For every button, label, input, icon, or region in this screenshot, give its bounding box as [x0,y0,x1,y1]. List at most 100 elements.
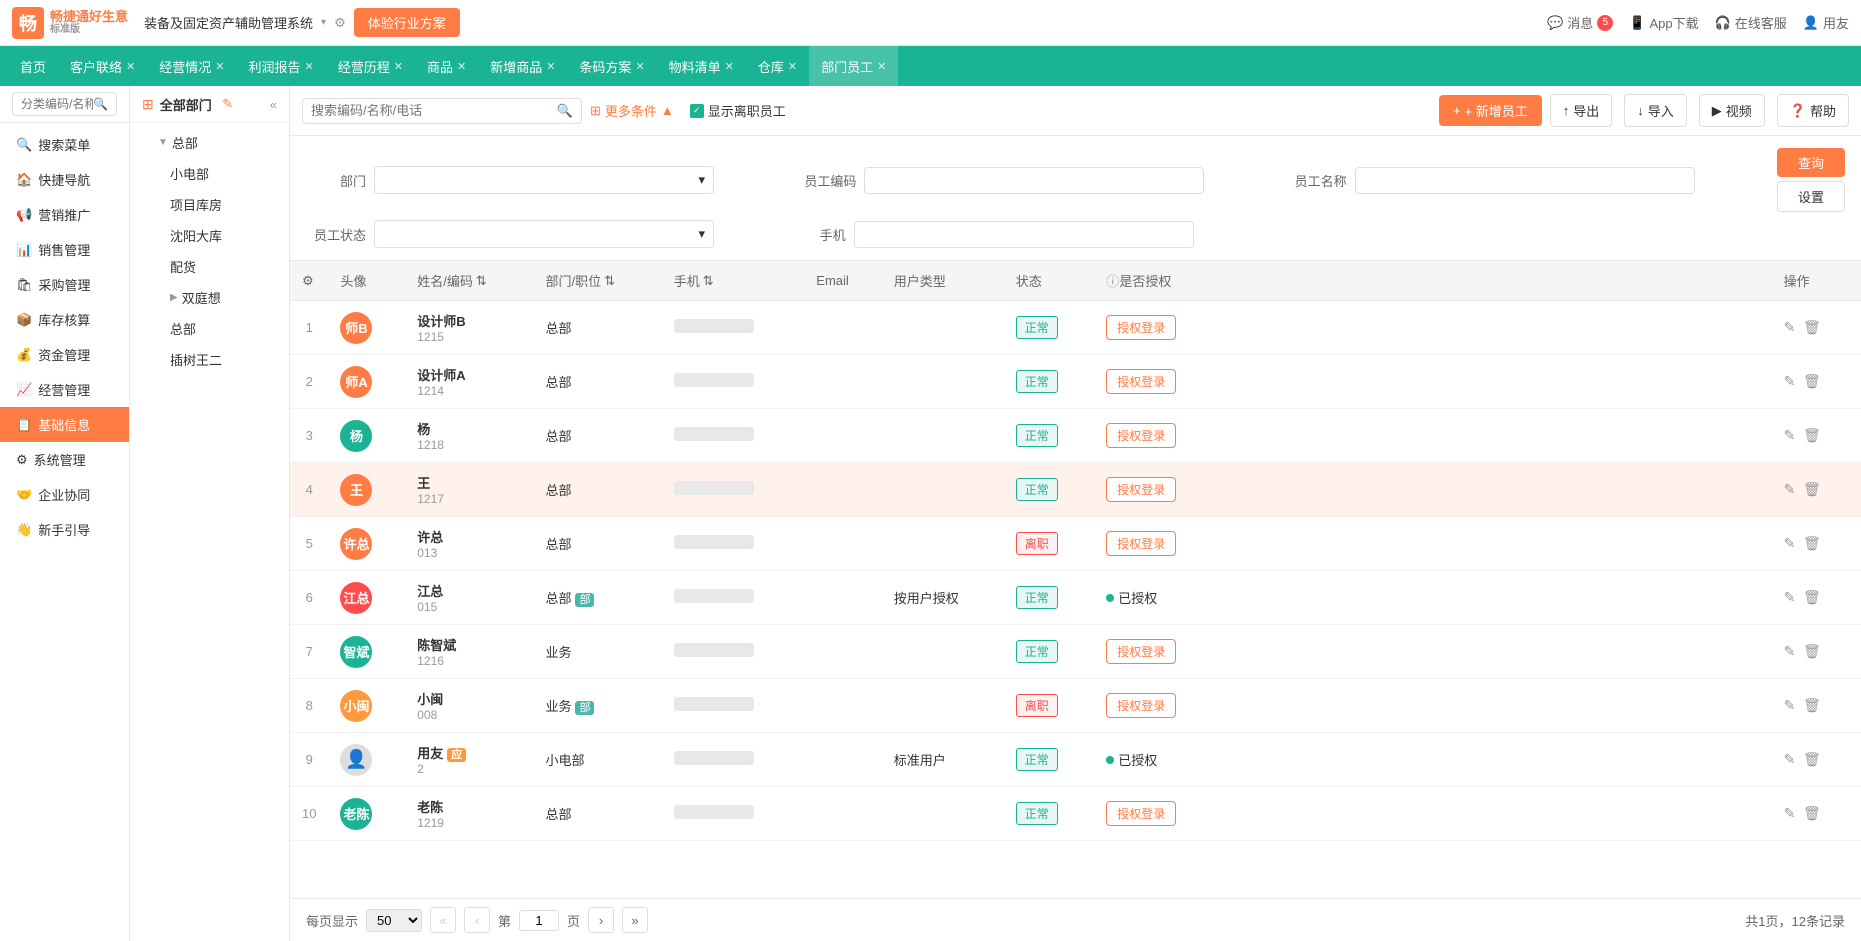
edit-button[interactable]: ✎ [1784,697,1796,713]
show-resigned-toggle[interactable]: ✓ 显示离职员工 [690,101,786,120]
tab-home[interactable]: 首页 [8,46,58,86]
edit-button[interactable]: ✎ [1784,751,1796,767]
authorize-button[interactable]: 授权登录 [1106,315,1176,340]
th-settings[interactable]: ⚙ [290,261,328,301]
experience-button[interactable]: 体验行业方案 [354,8,460,37]
delete-button[interactable]: 🗑 [1803,373,1821,389]
prev-page-btn[interactable]: ‹ [464,907,490,933]
th-dept-position[interactable]: 部门/职位 ⇅ [533,261,661,301]
more-conditions-btn[interactable]: ⊞ 更多条件 ▲ [590,101,674,120]
sidebar-item-finance[interactable]: 💰 资金管理 [0,337,129,372]
authorize-button[interactable]: 授权登录 [1106,693,1176,718]
delete-button[interactable]: 🗑 [1803,805,1821,821]
authorize-button[interactable]: 授权登录 [1106,531,1176,556]
sidebar-item-marketing[interactable]: 📢 营销推广 [0,197,129,232]
delete-button[interactable]: 🗑 [1803,481,1821,497]
tab-department[interactable]: 部门员工 ✕ [809,46,898,86]
app-download-btn[interactable]: 📱 App下载 [1629,13,1698,32]
classify-search-icon[interactable]: 🔍 [93,97,108,111]
edit-button[interactable]: ✎ [1784,643,1796,659]
delete-button[interactable]: 🗑 [1803,643,1821,659]
tab-customer[interactable]: 客户联络 ✕ [58,46,147,86]
tab-close[interactable]: ✕ [394,60,403,73]
tab-operation[interactable]: 经营情况 ✕ [147,46,236,86]
dept-filter-select[interactable]: ▾ [374,166,714,194]
import-button[interactable]: ↓ 导入 [1624,94,1687,127]
next-page-btn[interactable]: › [588,907,614,933]
sidebar-item-inventory[interactable]: 📦 库存核算 [0,302,129,337]
phone-filter-input[interactable] [854,221,1194,248]
help-button[interactable]: ❓ 帮助 [1777,94,1849,127]
search-input[interactable] [311,103,557,118]
query-button[interactable]: 查询 [1777,148,1845,177]
edit-button[interactable]: ✎ [1784,319,1796,335]
edit-button[interactable]: ✎ [1784,589,1796,605]
delete-button[interactable]: 🗑 [1803,319,1821,335]
tab-close[interactable]: ✕ [788,60,797,73]
edit-button[interactable]: ✎ [1784,373,1796,389]
delete-button[interactable]: 🗑 [1803,697,1821,713]
add-employee-button[interactable]: + + 新增员工 [1439,95,1542,126]
tab-close[interactable]: ✕ [126,60,135,73]
delete-button[interactable]: 🗑 [1803,427,1821,443]
authorize-button[interactable]: 授权登录 [1106,423,1176,448]
tab-close[interactable]: ✕ [305,60,314,73]
tab-close[interactable]: ✕ [635,60,644,73]
edit-button[interactable]: ✎ [1784,805,1796,821]
dept-node-chashuwanger[interactable]: 插树王二 [130,344,289,375]
gear-icon[interactable]: ⚙ [334,15,346,31]
dept-node-shenyang[interactable]: 沈阳大库 [130,220,289,251]
tab-close[interactable]: ✕ [546,60,555,73]
tab-goods[interactable]: 商品 ✕ [415,46,478,86]
name-filter-input[interactable] [1355,167,1695,194]
dept-node-small-elec[interactable]: 小电部 [130,158,289,189]
tab-close[interactable]: ✕ [877,60,886,73]
tab-bom[interactable]: 物料清单 ✕ [657,46,746,86]
tab-barcode[interactable]: 条码方案 ✕ [567,46,656,86]
delete-button[interactable]: 🗑 [1803,589,1821,605]
code-filter-input[interactable] [864,167,1204,194]
tab-history[interactable]: 经营历程 ✕ [326,46,415,86]
sidebar-item-purchase[interactable]: 🛍 采购管理 [0,267,129,302]
export-button[interactable]: ↑ 导出 [1550,94,1613,127]
authorize-button[interactable]: 授权登录 [1106,477,1176,502]
page-number-input[interactable] [519,910,559,931]
last-page-btn[interactable]: » [622,907,648,933]
status-filter-select[interactable]: ▾ [374,220,714,248]
dept-node-delivery[interactable]: 配货 [130,251,289,282]
classify-search-input[interactable] [21,97,93,111]
search-icon[interactable]: 🔍 [557,103,573,119]
view-button[interactable]: ▶ 视频 [1699,94,1765,127]
tab-new-goods[interactable]: 新增商品 ✕ [478,46,567,86]
delete-button[interactable]: 🗑 [1803,535,1821,551]
dept-edit-icon[interactable]: ✎ [218,94,238,114]
authorize-button[interactable]: 授权登录 [1106,801,1176,826]
authorize-button[interactable]: 授权登录 [1106,639,1176,664]
sidebar-item-nav[interactable]: 🏠 快捷导航 [0,162,129,197]
tab-close[interactable]: ✕ [725,60,734,73]
tab-profit[interactable]: 利润报告 ✕ [236,46,325,86]
set-button[interactable]: 设置 [1777,181,1845,212]
sidebar-item-search[interactable]: 🔍 搜索菜单 [0,127,129,162]
tab-close[interactable]: ✕ [457,60,466,73]
first-page-btn[interactable]: « [430,907,456,933]
message-btn[interactable]: 💬 消息 5 [1547,13,1613,32]
sidebar-item-collab[interactable]: 🤝 企业协同 [0,477,129,512]
sidebar-item-system[interactable]: ⚙ 系统管理 [0,442,129,477]
edit-button[interactable]: ✎ [1784,427,1796,443]
tab-warehouse[interactable]: 仓库 ✕ [746,46,809,86]
sidebar-item-guide[interactable]: 👋 新手引导 [0,512,129,547]
user-avatar-btn[interactable]: 👤 用友 [1803,13,1849,32]
th-phone[interactable]: 手机 ⇅ [662,261,805,301]
dept-node-headquarters[interactable]: ▼总部 [130,127,289,158]
dept-node-project-storage[interactable]: 项目库房 [130,189,289,220]
dept-collapse-btn[interactable]: « [270,97,277,112]
system-dropdown-arrow[interactable]: ▾ [321,17,326,28]
dept-node-shuangtingxiang[interactable]: ▶双庭想 [130,282,289,313]
authorize-button[interactable]: 授权登录 [1106,369,1176,394]
tab-close[interactable]: ✕ [215,60,224,73]
show-resigned-checkbox[interactable]: ✓ [690,104,704,118]
sidebar-item-operation[interactable]: 📈 经营管理 [0,372,129,407]
delete-button[interactable]: 🗑 [1803,751,1821,767]
sidebar-item-base-info[interactable]: 📋 基础信息 [0,407,129,442]
